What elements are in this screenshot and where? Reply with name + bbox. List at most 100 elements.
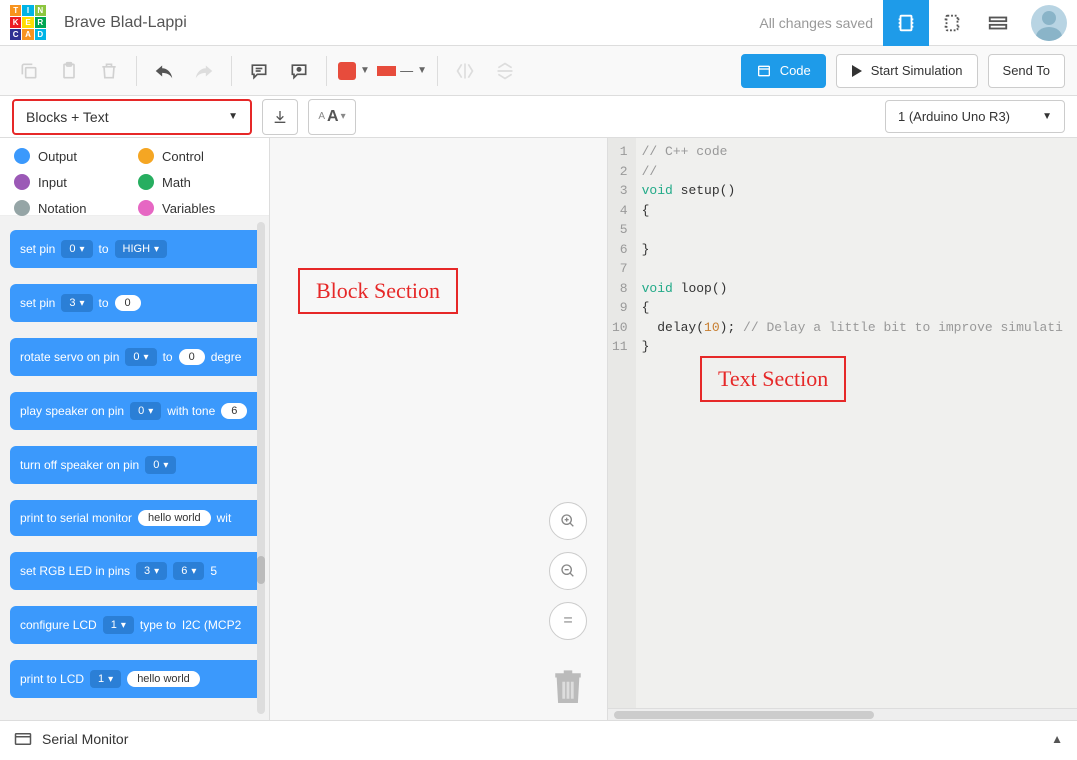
toggle-notes-button[interactable]: [282, 54, 316, 88]
block-label: to: [99, 242, 109, 256]
view-components-icon[interactable]: [975, 0, 1021, 46]
code-content: // C++ code//void setup(){ } void loop()…: [636, 138, 1069, 708]
trash-icon[interactable]: [551, 666, 585, 706]
block-param-dropdown[interactable]: 0▾: [61, 240, 92, 258]
block-label: set RGB LED in pins: [20, 564, 130, 578]
block-param-input[interactable]: 0: [115, 295, 141, 311]
block-param-input[interactable]: hello world: [138, 510, 211, 526]
category-output[interactable]: Output: [14, 148, 132, 164]
output-block[interactable]: play speaker on pin0▾with tone6: [10, 392, 263, 430]
category-input[interactable]: Input: [14, 174, 132, 190]
block-param-input[interactable]: 0: [179, 349, 205, 365]
block-param-dropdown[interactable]: 3▾: [61, 294, 92, 312]
category-dot-icon: [14, 148, 30, 164]
block-label: 5: [210, 564, 217, 578]
scrollbar-thumb[interactable]: [614, 711, 874, 719]
board-label: 1 (Arduino Uno R3): [898, 109, 1010, 124]
zoom-in-button[interactable]: [549, 502, 587, 540]
download-button[interactable]: [262, 99, 298, 135]
output-block[interactable]: set pin3▾to0: [10, 284, 263, 322]
scrollbar-thumb[interactable]: [257, 556, 265, 584]
block-label: set pin: [20, 296, 55, 310]
code-controls-bar: Blocks + Text ▼ AA▾ 1 (Arduino Uno R3) ▼: [0, 96, 1077, 138]
project-name[interactable]: Brave Blad-Lappi: [64, 14, 187, 32]
category-dot-icon: [138, 200, 154, 216]
main-area: OutputControlInputMathNotationVariables …: [0, 138, 1077, 720]
output-block[interactable]: set pin 0▾ to HIGH▾: [10, 230, 263, 268]
horizontal-scrollbar[interactable]: [608, 708, 1077, 720]
code-editor[interactable]: 1234567891011 // C++ code//void setup(){…: [608, 138, 1077, 708]
category-label: Output: [38, 149, 77, 164]
serial-monitor-label: Serial Monitor: [42, 731, 128, 747]
output-block[interactable]: print to LCD 1▾ hello world: [10, 660, 263, 698]
font-size-button[interactable]: AA▾: [308, 99, 356, 135]
flip-horizontal-button[interactable]: [448, 54, 482, 88]
category-dot-icon: [14, 174, 30, 190]
block-param-dropdown[interactable]: 1▾: [103, 616, 134, 634]
view-circuit-icon[interactable]: [883, 0, 929, 46]
block-param-dropdown[interactable]: HIGH▾: [115, 240, 168, 258]
notes-button[interactable]: [242, 54, 276, 88]
send-to-button[interactable]: Send To: [988, 54, 1065, 88]
block-label: print to serial monitor: [20, 511, 132, 525]
serial-monitor-bar[interactable]: Serial Monitor ▲: [0, 720, 1077, 756]
block-param-dropdown[interactable]: 0▾: [130, 402, 161, 420]
line-gutter: 1234567891011: [608, 138, 636, 708]
blocks-panel: OutputControlInputMathNotationVariables …: [0, 138, 270, 720]
user-avatar[interactable]: [1031, 5, 1067, 41]
block-canvas[interactable]: Block Section =: [270, 138, 607, 720]
scrollbar-track: [257, 222, 265, 714]
block-param-dropdown[interactable]: 3▾: [136, 562, 167, 580]
send-to-label: Send To: [1003, 63, 1050, 78]
output-block[interactable]: set RGB LED in pins 3▾ 6▾ 5: [10, 552, 263, 590]
block-param-dropdown[interactable]: 6▾: [173, 562, 204, 580]
category-dot-icon: [138, 174, 154, 190]
view-schematic-icon[interactable]: [929, 0, 975, 46]
category-math[interactable]: Math: [138, 174, 256, 190]
zoom-controls: =: [549, 502, 587, 640]
block-categories: Output Control Input Math Notation Variables: [0, 138, 270, 216]
undo-button[interactable]: [147, 54, 181, 88]
tinkercad-logo-icon[interactable]: TIN KER CAD: [10, 5, 46, 41]
output-block[interactable]: turn off speaker on pin 0▾: [10, 446, 263, 484]
block-param-input[interactable]: 6: [221, 403, 247, 419]
simulate-button-label: Start Simulation: [871, 63, 963, 78]
annotation-block-section: Block Section: [298, 268, 458, 314]
block-param-input[interactable]: hello world: [127, 671, 200, 687]
category-label: Math: [162, 175, 191, 190]
board-selector[interactable]: 1 (Arduino Uno R3) ▼: [885, 100, 1065, 133]
delete-button[interactable]: [92, 54, 126, 88]
block-label: rotate servo on pin: [20, 350, 119, 364]
output-block[interactable]: rotate servo on pin0▾to0degre: [10, 338, 263, 376]
expand-icon[interactable]: ▲: [1051, 732, 1063, 746]
code-button[interactable]: Code: [741, 54, 826, 88]
copy-button[interactable]: [12, 54, 46, 88]
block-param-dropdown[interactable]: 0▾: [145, 456, 176, 474]
category-label: Input: [38, 175, 67, 190]
block-label: print to LCD: [20, 672, 84, 686]
save-status: All changes saved: [759, 15, 873, 31]
chevron-down-icon: ▼: [1042, 111, 1052, 122]
view-mode-dropdown[interactable]: Blocks + Text ▼: [12, 99, 252, 135]
block-label: turn off speaker on pin: [20, 458, 139, 472]
wire-type-button[interactable]: —▼: [377, 54, 427, 88]
category-notation[interactable]: Notation: [14, 200, 132, 216]
block-param-dropdown[interactable]: 0▾: [125, 348, 156, 366]
block-param-dropdown[interactable]: 1▾: [90, 670, 121, 688]
redo-button[interactable]: [187, 54, 221, 88]
block-label: set pin: [20, 242, 55, 256]
category-control[interactable]: Control: [138, 148, 256, 164]
wire-color-button[interactable]: ▼: [337, 54, 371, 88]
output-block[interactable]: configure LCD1▾type toI2C (MCP2: [10, 606, 263, 644]
simulate-button[interactable]: Start Simulation: [836, 54, 978, 88]
category-label: Control: [162, 149, 204, 164]
paste-button[interactable]: [52, 54, 86, 88]
zoom-fit-button[interactable]: =: [549, 602, 587, 640]
main-toolbar: ▼ —▼ Code Start Simulation Send To: [0, 46, 1077, 96]
zoom-out-button[interactable]: [549, 552, 587, 590]
flip-vertical-button[interactable]: [488, 54, 522, 88]
chevron-down-icon: ▼: [228, 111, 238, 122]
output-block[interactable]: print to serial monitorhello worldwit: [10, 500, 263, 536]
blocks-list[interactable]: set pin0▾toHIGH▾set pin3▾to0rotate servo…: [0, 216, 269, 720]
category-variables[interactable]: Variables: [138, 200, 256, 216]
